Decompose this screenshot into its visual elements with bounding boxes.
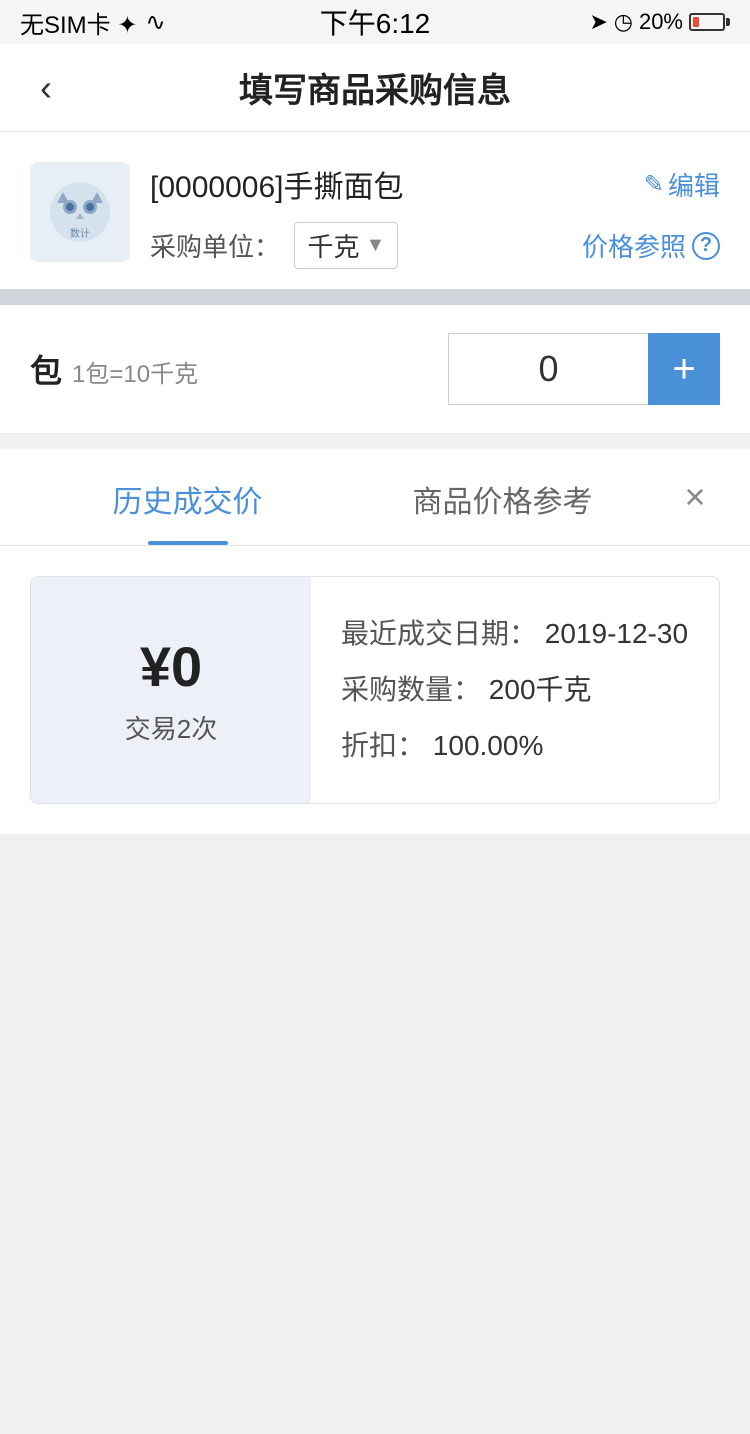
unit-value: 千克 (307, 227, 359, 264)
history-content: ¥0 交易2次 最近成交日期： 2019-12-30 采购数量： 200千克 折… (0, 546, 750, 834)
status-right: ➤ ◷ 20% (589, 9, 730, 35)
recent-date-row: 最近成交日期： 2019-12-30 (341, 613, 689, 655)
carrier-text: 无SIM卡 ✦ (20, 5, 137, 40)
help-icon: ? (692, 232, 720, 260)
quantity-input[interactable]: 0 (448, 333, 648, 405)
battery-icon (689, 13, 730, 31)
price-value: 0 (171, 635, 202, 698)
product-thumbnail: 数计 (30, 162, 130, 262)
unit-select[interactable]: 千克 ▼ (294, 222, 398, 269)
tab-price-reference[interactable]: 商品价格参考 (345, 449, 660, 545)
price-symbol: ¥ (140, 635, 171, 698)
quantity-conversion: 1包=10千克 (72, 354, 198, 389)
purchase-quantity-value: 200千克 (489, 674, 592, 705)
product-title-row: [0000006]手撕面包 ✎ 编辑 (150, 162, 720, 206)
discount-label: 折扣： (341, 730, 425, 761)
recent-date-label: 最近成交日期： (341, 618, 537, 649)
time-display: 下午6:12 (320, 2, 431, 42)
purchase-quantity-label: 采购数量： (341, 674, 481, 705)
svg-text:数计: 数计 (70, 227, 90, 240)
quantity-value: 0 (538, 348, 558, 390)
close-icon: × (684, 476, 705, 518)
location-icon: ➤ (589, 9, 607, 35)
price-display: ¥0 (140, 634, 202, 699)
quantity-unit: 包 (30, 346, 62, 392)
recent-date-value: 2019-12-30 (545, 618, 688, 649)
unit-label: 采购单位： (150, 232, 280, 262)
header: ‹ 填写商品采购信息 (0, 44, 750, 132)
alarm-icon: ◷ (614, 9, 633, 35)
quantity-plus-button[interactable]: + (648, 333, 720, 405)
trade-count: 交易2次 (125, 709, 217, 746)
battery-percent: 20% (639, 9, 683, 35)
discount-row: 折扣： 100.00% (341, 725, 689, 767)
price-reference-btn[interactable]: 价格参照 ? (582, 227, 720, 264)
history-card-right: 最近成交日期： 2019-12-30 采购数量： 200千克 折扣： 100.0… (311, 577, 719, 803)
edit-icon: ✎ (644, 170, 664, 199)
status-left: 无SIM卡 ✦ ∿ (20, 5, 166, 40)
quantity-controls: 0 + (448, 333, 720, 405)
unit-label-area: 采购单位： 千克 ▼ (150, 222, 398, 269)
tabs-close-button[interactable]: × (670, 472, 720, 522)
purchase-unit-row: 采购单位： 千克 ▼ 价格参照 ? (150, 222, 720, 269)
history-card-left: ¥0 交易2次 (31, 577, 311, 803)
product-section: 数计 [0000006]手撕面包 ✎ 编辑 采购单位： 千克 ▼ (0, 132, 750, 289)
tab-price-ref-label: 商品价格参考 (413, 486, 593, 519)
tab-history-price[interactable]: 历史成交价 (30, 449, 345, 545)
edit-link[interactable]: ✎ 编辑 (644, 166, 720, 203)
product-info: [0000006]手撕面包 ✎ 编辑 采购单位： 千克 ▼ 价格参照 ? (150, 162, 720, 269)
edit-label: 编辑 (668, 166, 720, 203)
page-title: 填写商品采购信息 (239, 63, 511, 112)
price-ref-label: 价格参照 (582, 227, 686, 264)
status-bar: 无SIM卡 ✦ ∿ 下午6:12 ➤ ◷ 20% (0, 0, 750, 44)
quantity-section: 包 1包=10千克 0 + (0, 305, 750, 433)
product-logo-icon: 数计 (45, 177, 115, 247)
discount-value: 100.00% (433, 730, 544, 761)
product-full-name: [0000006]手撕面包 (150, 162, 403, 206)
wifi-icon: ∿ (145, 8, 165, 37)
back-button[interactable]: ‹ (30, 57, 62, 119)
tabs-section: 历史成交价 商品价格参考 × ¥0 交易2次 最近成交日期： 2019-12-3… (0, 449, 750, 834)
purchase-quantity-row: 采购数量： 200千克 (341, 669, 689, 711)
bottom-space (0, 834, 750, 1434)
tab-history-label: 历史成交价 (113, 486, 263, 519)
dropdown-arrow-icon: ▼ (365, 234, 385, 257)
history-card: ¥0 交易2次 最近成交日期： 2019-12-30 采购数量： 200千克 折… (30, 576, 720, 804)
tabs-header: 历史成交价 商品价格参考 × (0, 449, 750, 546)
plus-icon: + (672, 347, 695, 392)
quantity-label-area: 包 1包=10千克 (30, 346, 198, 392)
product-row: 数计 [0000006]手撕面包 ✎ 编辑 采购单位： 千克 ▼ (30, 162, 720, 269)
section-divider (0, 289, 750, 305)
